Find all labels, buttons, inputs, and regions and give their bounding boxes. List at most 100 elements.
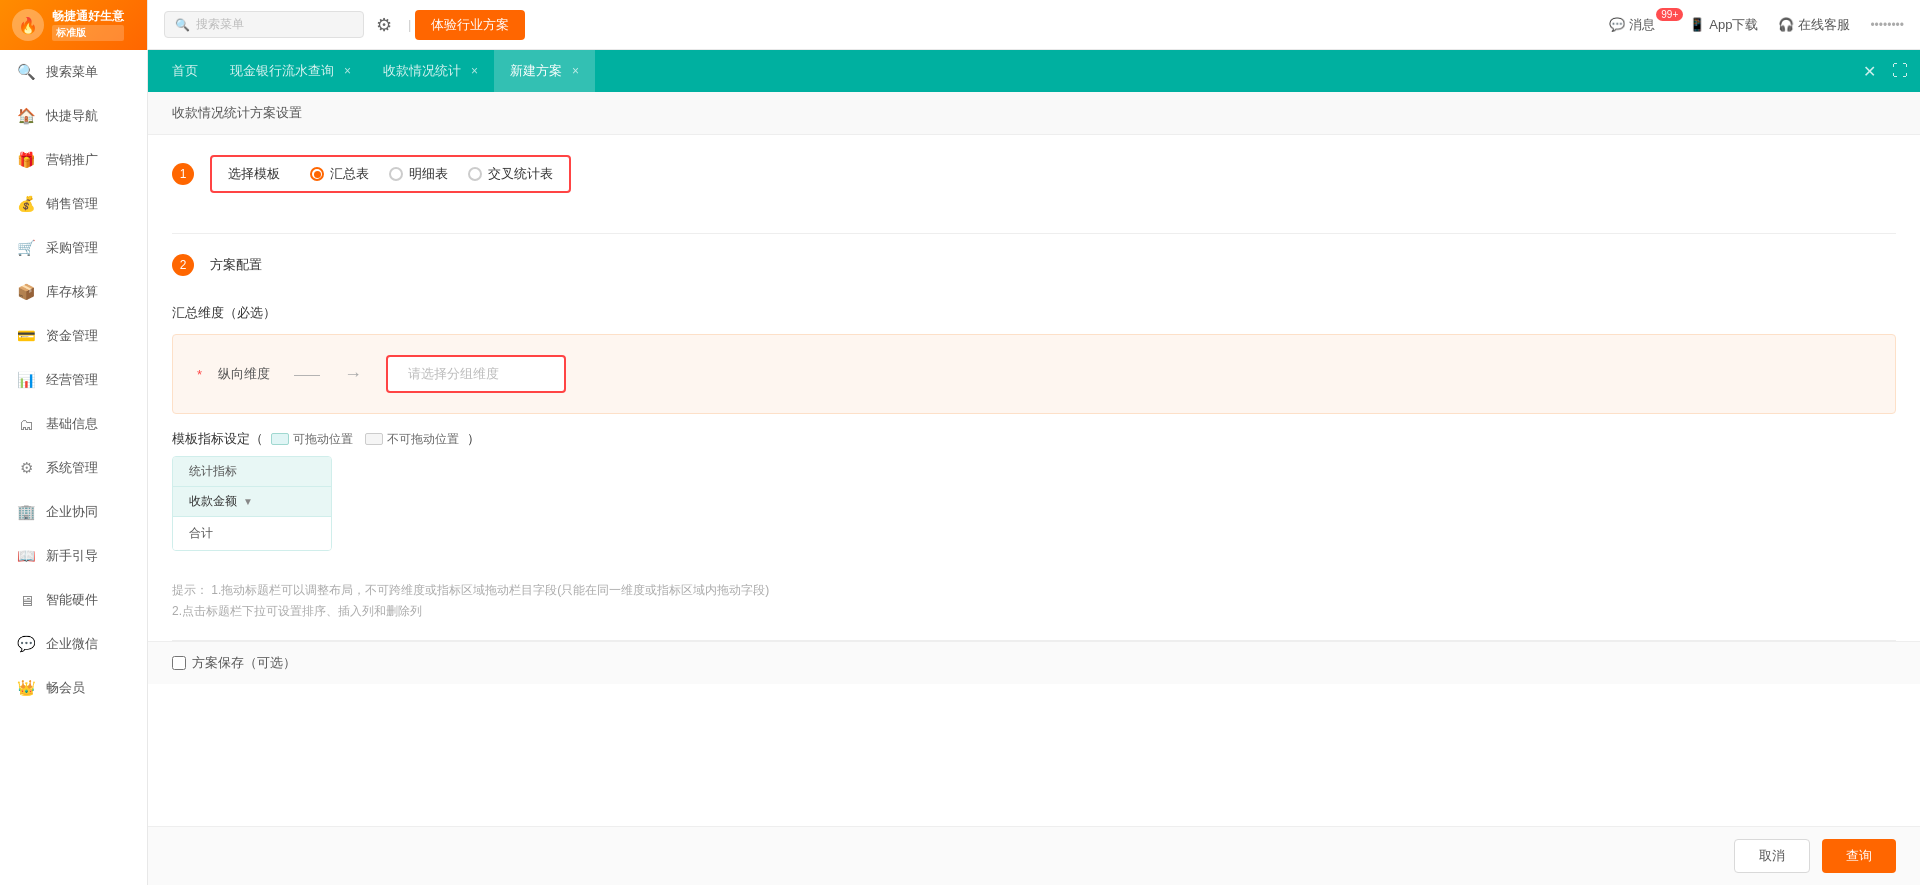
breadcrumb-text: 收款情况统计方案设置	[172, 105, 302, 120]
topbar-search[interactable]: 🔍 搜索菜单	[164, 11, 364, 38]
search-icon: 🔍	[16, 62, 36, 82]
step2-label: 方案配置	[210, 256, 262, 274]
sidebar-item-search[interactable]: 🔍 搜索菜单	[0, 50, 147, 94]
sidebar-item-label: 企业微信	[46, 635, 98, 653]
radio-cross-label: 交叉统计表	[488, 165, 553, 183]
step1-label: 选择模板	[228, 165, 280, 183]
step2-row: 2 方案配置	[172, 254, 1896, 276]
user-info: ••••••••	[1870, 17, 1904, 32]
download-icon: 📱	[1689, 17, 1705, 32]
sidebar-item-sales[interactable]: 💰 销售管理	[0, 182, 147, 226]
logo-icon: 🔥	[12, 9, 44, 41]
home-icon: 🏠	[16, 106, 36, 126]
footer-actions: 取消 查询	[148, 826, 1920, 885]
query-button[interactable]: 查询	[1822, 839, 1896, 873]
sidebar-item-base[interactable]: 🗂 基础信息	[0, 402, 147, 446]
config-section: 汇总维度（必选） * 纵向维度 —— → 请选择分组维度 模板指标设定（	[148, 304, 1920, 574]
bottom-bar: 方案保存（可选）	[148, 641, 1920, 684]
service-button[interactable]: 🎧 在线客服	[1778, 16, 1850, 34]
logo-text: 畅捷通好生意	[52, 9, 124, 23]
dimension-row: * 纵向维度 —— → 请选择分组维度	[197, 355, 1871, 393]
sidebar-item-guide[interactable]: 📖 新手引导	[0, 534, 147, 578]
dimension-select[interactable]: 请选择分组维度	[386, 355, 566, 393]
tab-bank[interactable]: 现金银行流水查询 ×	[214, 50, 367, 92]
sidebar-item-inventory[interactable]: 📦 库存核算	[0, 270, 147, 314]
sidebar-item-collab[interactable]: 🏢 企业协同	[0, 490, 147, 534]
download-button[interactable]: 📱 App下载	[1689, 16, 1758, 34]
gift-icon: 🎁	[16, 150, 36, 170]
sidebar-item-system[interactable]: ⚙ 系统管理	[0, 446, 147, 490]
metrics-total-cell: 合计	[173, 517, 331, 550]
sidebar-item-member[interactable]: 👑 畅会员	[0, 666, 147, 710]
sidebar-item-label: 库存核算	[46, 283, 98, 301]
service-label: 在线客服	[1798, 16, 1850, 34]
message-icon: 💬	[1609, 17, 1625, 32]
vertical-label: 纵向维度	[218, 365, 270, 383]
step2-badge: 2	[172, 254, 194, 276]
topbar: 🔍 搜索菜单 ⚙ | 体验行业方案 💬 消息 99+ 📱 App下载 🎧 在线客…	[148, 0, 1920, 50]
edition-badge: 标准版	[52, 25, 124, 41]
tab-bank-close[interactable]: ×	[344, 64, 351, 78]
step1-section: 1 选择模板 汇总表 明细表	[148, 135, 1920, 233]
arrow-icon: ——	[294, 367, 320, 382]
tab-stats-close[interactable]: ×	[471, 64, 478, 78]
sidebar-item-label: 搜索菜单	[46, 63, 98, 81]
radio-detail[interactable]: 明细表	[389, 165, 448, 183]
notif-button[interactable]: 💬 消息 99+	[1609, 16, 1669, 34]
legend-nodrag: 不可拖动位置	[365, 431, 459, 448]
tab-home-label: 首页	[172, 62, 198, 80]
step1-row: 1 选择模板 汇总表 明细表	[172, 155, 1896, 193]
save-label: 方案保存（可选）	[192, 654, 296, 672]
cart-icon: 🛒	[16, 238, 36, 258]
tab-home[interactable]: 首页	[156, 50, 214, 92]
sidebar-item-label: 基础信息	[46, 415, 98, 433]
nodrag-box-icon	[365, 433, 383, 445]
tip-line-1: 提示： 1.拖动标题栏可以调整布局，不可跨维度或指标区域拖动栏目字段(只能在同一…	[172, 582, 1896, 599]
radio-summary[interactable]: 汇总表	[310, 165, 369, 183]
chart-icon: 📊	[16, 370, 36, 390]
drag-label: 可拖动位置	[293, 431, 353, 448]
cancel-button[interactable]: 取消	[1734, 839, 1810, 873]
sidebar-item-purchase[interactable]: 🛒 采购管理	[0, 226, 147, 270]
close-window-icon[interactable]: ✕	[1859, 58, 1880, 85]
sidebar-item-label: 新手引导	[46, 547, 98, 565]
sidebar-item-finance[interactable]: 💳 资金管理	[0, 314, 147, 358]
template-select-box: 选择模板 汇总表 明细表	[210, 155, 571, 193]
tab-stats[interactable]: 收款情况统计 ×	[367, 50, 494, 92]
radio-cross[interactable]: 交叉统计表	[468, 165, 553, 183]
maximize-icon[interactable]: ⛶	[1888, 58, 1912, 85]
crown-icon: 👑	[16, 678, 36, 698]
sidebar-item-label: 营销推广	[46, 151, 98, 169]
folder-icon: 🗂	[16, 414, 36, 434]
sidebar-item-hardware[interactable]: 🖥 智能硬件	[0, 578, 147, 622]
tab-new[interactable]: 新建方案 ×	[494, 50, 595, 92]
tab-new-label: 新建方案	[510, 62, 562, 80]
tab-bar: 首页 现金银行流水查询 × 收款情况统计 × 新建方案 × ✕ ⛶	[148, 50, 1920, 92]
sidebar-item-ops[interactable]: 📊 经营管理	[0, 358, 147, 402]
radio-detail-label: 明细表	[409, 165, 448, 183]
sidebar-item-wechat[interactable]: 💬 企业微信	[0, 622, 147, 666]
summary-title: 汇总维度（必选）	[172, 304, 1896, 322]
sidebar: 🔥 畅捷通好生意 标准版 🔍 搜索菜单 🏠 快捷导航 🎁 营销推广 💰 销售管理…	[0, 0, 148, 885]
monitor-icon: 🖥	[16, 590, 36, 610]
close-paren: ）	[467, 430, 480, 448]
download-label: App下载	[1709, 16, 1758, 34]
drag-box-icon	[271, 433, 289, 445]
sidebar-item-marketing[interactable]: 🎁 营销推广	[0, 138, 147, 182]
dimension-area: * 纵向维度 —— → 请选择分组维度	[172, 334, 1896, 414]
sidebar-item-quick-nav[interactable]: 🏠 快捷导航	[0, 94, 147, 138]
chevron-right-icon: →	[344, 364, 362, 385]
save-checkbox[interactable]	[172, 656, 186, 670]
drag-legend: 可拖动位置 不可拖动位置	[271, 431, 459, 448]
card-icon: 💳	[16, 326, 36, 346]
radio-cross-circle	[468, 167, 482, 181]
search-icon: 🔍	[175, 18, 190, 32]
sidebar-item-label: 资金管理	[46, 327, 98, 345]
settings-icon[interactable]: ⚙	[376, 14, 392, 36]
col-header[interactable]: 收款金额 ▼	[173, 487, 331, 517]
tab-new-close[interactable]: ×	[572, 64, 579, 78]
dimension-placeholder: 请选择分组维度	[408, 366, 499, 381]
trial-btn[interactable]: 体验行业方案	[415, 10, 525, 40]
step2-section: 2 方案配置	[148, 234, 1920, 304]
metrics-header-row: 模板指标设定（ 可拖动位置 不可拖动位置 ）	[172, 430, 1896, 448]
